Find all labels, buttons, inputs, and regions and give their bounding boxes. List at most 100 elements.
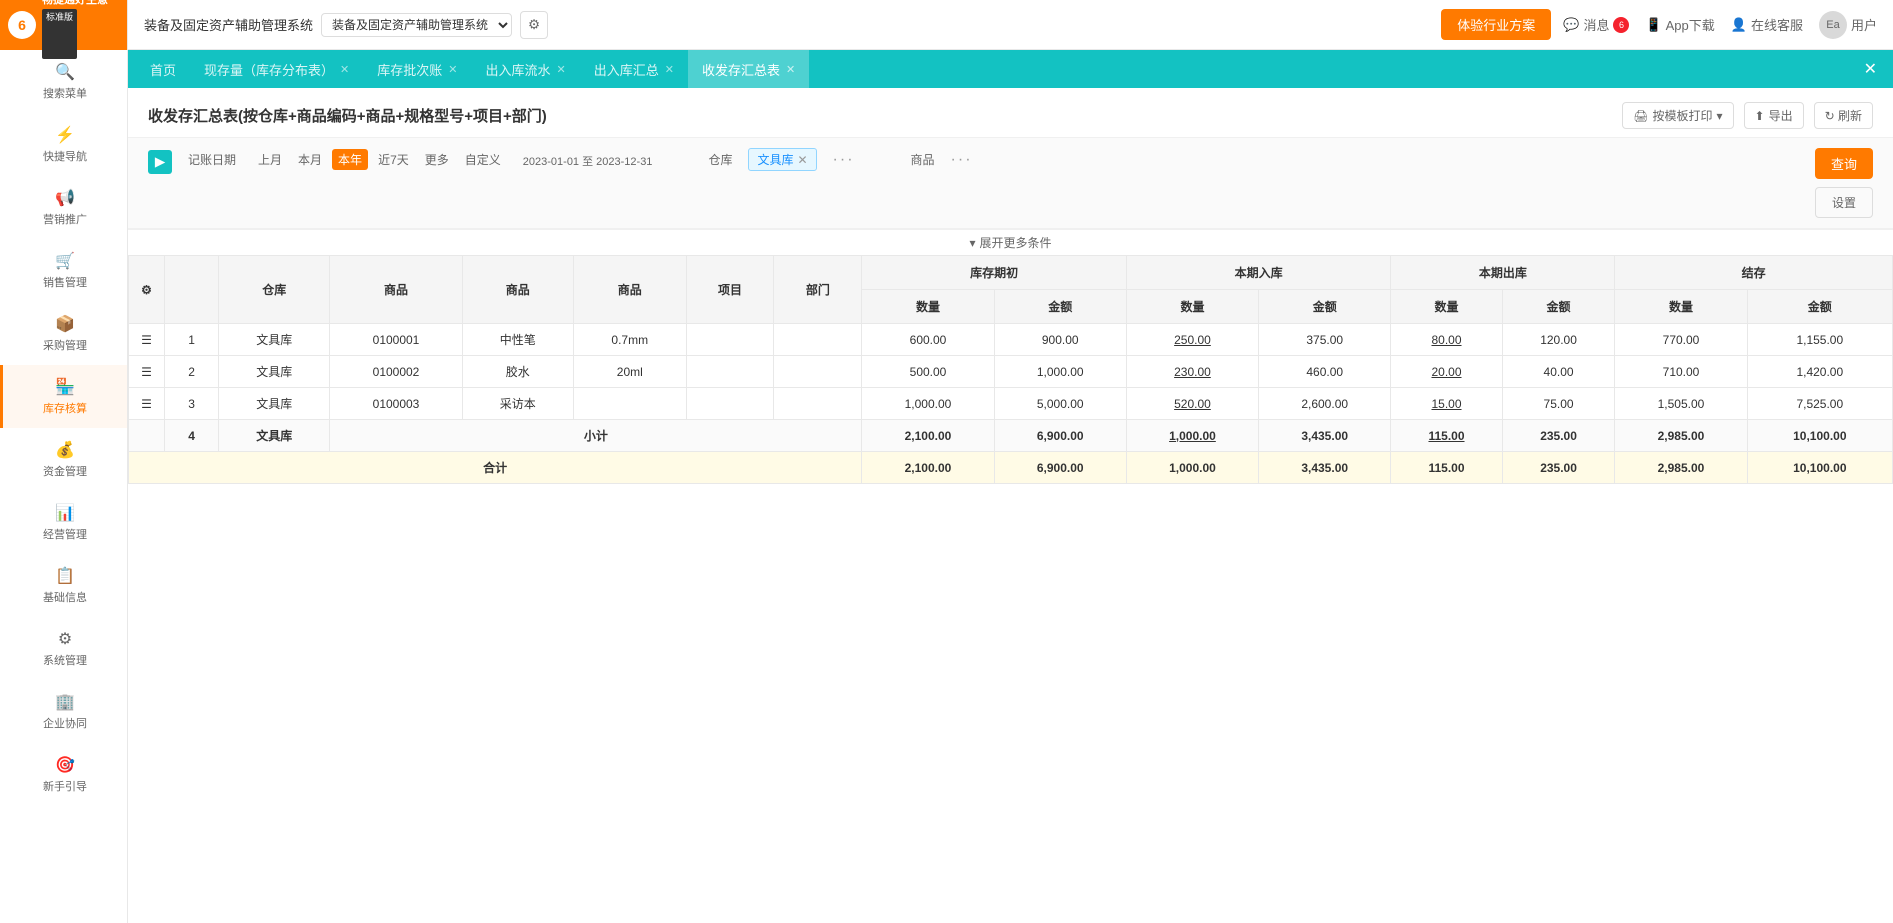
sidebar-item-system[interactable]: ⚙系统管理 [0, 617, 127, 680]
basic-info-icon: 📋 [55, 566, 75, 586]
tab-batch-close[interactable]: ✕ [448, 63, 457, 76]
warehouse-tag-text: 文具库 [757, 151, 793, 168]
tab-inout-summary-close[interactable]: ✕ [665, 63, 674, 76]
tab-inventory-dist-label: 现存量（库存分布表） [204, 60, 334, 79]
row-in-qty[interactable]: 230.00 [1126, 356, 1258, 388]
subtotal-warehouse: 文具库 [219, 420, 330, 452]
sidebar-item-finance[interactable]: 💰资金管理 [0, 428, 127, 491]
row-settings[interactable]: ☰ [129, 388, 165, 420]
col-balance-qty-header: 数量 [1615, 290, 1747, 324]
goods-more-btn[interactable]: ··· [951, 151, 973, 169]
sidebar-item-search[interactable]: 🔍搜索菜单 [0, 50, 127, 113]
settings-button[interactable]: 设置 [1815, 187, 1873, 218]
user-action[interactable]: Ea 用户 [1819, 11, 1877, 39]
tab-inventory-dist-close[interactable]: ✕ [340, 63, 349, 76]
marketing-icon: 📢 [55, 188, 75, 208]
expand-filter-button[interactable]: ▾ 展开更多条件 [969, 234, 1051, 251]
col-settings[interactable]: ⚙ [129, 256, 165, 324]
date-btn-this-year[interactable]: 本年 [332, 149, 368, 170]
total-in-amt: 3,435.00 [1259, 452, 1391, 484]
filter-groups: 记账日期 上月 本月 本年 近7天 更多 自定义 2023-01-01 至 20… [188, 148, 1799, 171]
tab-inout-flow[interactable]: 出入库流水 ✕ [471, 50, 579, 88]
row-department [774, 356, 862, 388]
message-action[interactable]: 💬 消息 6 [1563, 15, 1629, 34]
service-icon: 👤 [1731, 17, 1747, 33]
sidebar-item-operations[interactable]: 📊经营管理 [0, 491, 127, 554]
sidebar-item-inventory[interactable]: 🏪库存核算 [0, 365, 127, 428]
row-balance-qty: 710.00 [1615, 356, 1747, 388]
col-warehouse-header: 仓库 [219, 256, 330, 324]
col-out-qty-header: 数量 [1391, 290, 1502, 324]
tabbar-close-button[interactable]: ✕ [1856, 55, 1885, 83]
warehouse-tag[interactable]: 文具库 ✕ [748, 148, 816, 171]
row-opening-amt: 1,000.00 [994, 356, 1126, 388]
date-btn-this-month[interactable]: 本月 [292, 149, 328, 170]
col-goods-name-header: 商品 [462, 256, 573, 324]
col-in-amt-header: 金额 [1259, 290, 1391, 324]
row-out-amt: 40.00 [1502, 356, 1615, 388]
purchase-icon: 📦 [55, 314, 75, 334]
sidebar-item-enterprise[interactable]: 🏢企业协同 [0, 680, 127, 743]
date-btn-last-month[interactable]: 上月 [252, 149, 288, 170]
system-selector[interactable]: 装备及固定资产辅助管理系统 [321, 13, 512, 37]
message-label: 消息 [1583, 15, 1609, 34]
tab-home[interactable]: 首页 [136, 50, 190, 88]
table-row: ☰ 2 文具库 0100002 胶水 20ml 500.00 1,000.00 … [129, 356, 1893, 388]
date-btn-7days[interactable]: 近7天 [372, 149, 415, 170]
enterprise-icon: 🏢 [55, 692, 75, 712]
row-in-qty[interactable]: 250.00 [1126, 324, 1258, 356]
subtotal-out-qty[interactable]: 115.00 [1391, 420, 1502, 452]
filter-toggle-button[interactable]: ▶ [148, 150, 172, 174]
tab-inout-flow-close[interactable]: ✕ [557, 63, 566, 76]
tab-inventory-dist[interactable]: 现存量（库存分布表） ✕ [190, 50, 363, 88]
chevron-down-icon: ▾ [969, 236, 975, 250]
subtotal-opening-amt: 6,900.00 [994, 420, 1126, 452]
row-no: 1 [165, 324, 219, 356]
warehouse-tag-close[interactable]: ✕ [797, 153, 807, 167]
trial-button[interactable]: 体验行业方案 [1441, 9, 1551, 40]
sidebar-item-guide[interactable]: 🎯新手引导 [0, 743, 127, 806]
tab-batch[interactable]: 库存批次账 ✕ [363, 50, 471, 88]
sidebar-item-basic-info[interactable]: 📋基础信息 [0, 554, 127, 617]
row-settings[interactable]: ☰ [129, 324, 165, 356]
subtotal-opening-qty: 2,100.00 [862, 420, 994, 452]
online-service-action[interactable]: 👤 在线客服 [1731, 15, 1803, 34]
tab-stock-summary[interactable]: 收发存汇总表 ✕ [688, 50, 809, 88]
sidebar-item-label-operations: 经营管理 [43, 526, 87, 542]
logo-app-name: 畅捷通好生意 [42, 0, 108, 7]
sidebar-item-quick-nav[interactable]: ⚡快捷导航 [0, 113, 127, 176]
row-out-qty[interactable]: 80.00 [1391, 324, 1502, 356]
print-template-button[interactable]: 🖨 按模板打印 ▾ [1622, 102, 1733, 129]
settings-gear-button[interactable]: ⚙ [520, 11, 548, 39]
row-in-qty[interactable]: 520.00 [1126, 388, 1258, 420]
filter-right: 查询 设置 [1815, 148, 1873, 218]
date-btn-more[interactable]: 更多 [419, 149, 455, 170]
sidebar-item-label-quick-nav: 快捷导航 [43, 148, 87, 164]
warehouse-more-btn[interactable]: ··· [833, 151, 855, 169]
row-settings[interactable]: ☰ [129, 356, 165, 388]
export-label: 导出 [1769, 107, 1793, 124]
print-template-label: 按模板打印 [1652, 107, 1712, 124]
query-button[interactable]: 查询 [1815, 148, 1873, 179]
row-goods-name: 胶水 [462, 356, 573, 388]
refresh-button[interactable]: ↻ 刷新 [1814, 102, 1873, 129]
sidebar-item-sales[interactable]: 🛒销售管理 [0, 239, 127, 302]
date-btn-custom[interactable]: 自定义 [459, 149, 507, 170]
row-out-qty[interactable]: 15.00 [1391, 388, 1502, 420]
app-download-action[interactable]: 📱 App下载 [1645, 15, 1714, 34]
total-balance-qty: 2,985.00 [1615, 452, 1747, 484]
sidebar-item-purchase[interactable]: 📦采购管理 [0, 302, 127, 365]
expand-filter-row: ▾ 展开更多条件 [128, 229, 1893, 255]
subtotal-in-qty[interactable]: 1,000.00 [1126, 420, 1258, 452]
sidebar: 6 畅捷通好生意 标准版 🔍搜索菜单⚡快捷导航📢营销推广🛒销售管理📦采购管理🏪库… [0, 0, 128, 923]
col-in-qty-header: 数量 [1126, 290, 1258, 324]
export-button[interactable]: ⬆ 导出 [1744, 102, 1804, 129]
row-goods-code: 0100002 [330, 356, 462, 388]
sidebar-item-marketing[interactable]: 📢营销推广 [0, 176, 127, 239]
tab-inout-summary[interactable]: 出入库汇总 ✕ [580, 50, 688, 88]
sidebar-item-label-inventory: 库存核算 [43, 400, 87, 416]
total-in-qty: 1,000.00 [1126, 452, 1258, 484]
tab-stock-summary-close[interactable]: ✕ [786, 63, 795, 76]
row-department [774, 388, 862, 420]
row-out-qty[interactable]: 20.00 [1391, 356, 1502, 388]
